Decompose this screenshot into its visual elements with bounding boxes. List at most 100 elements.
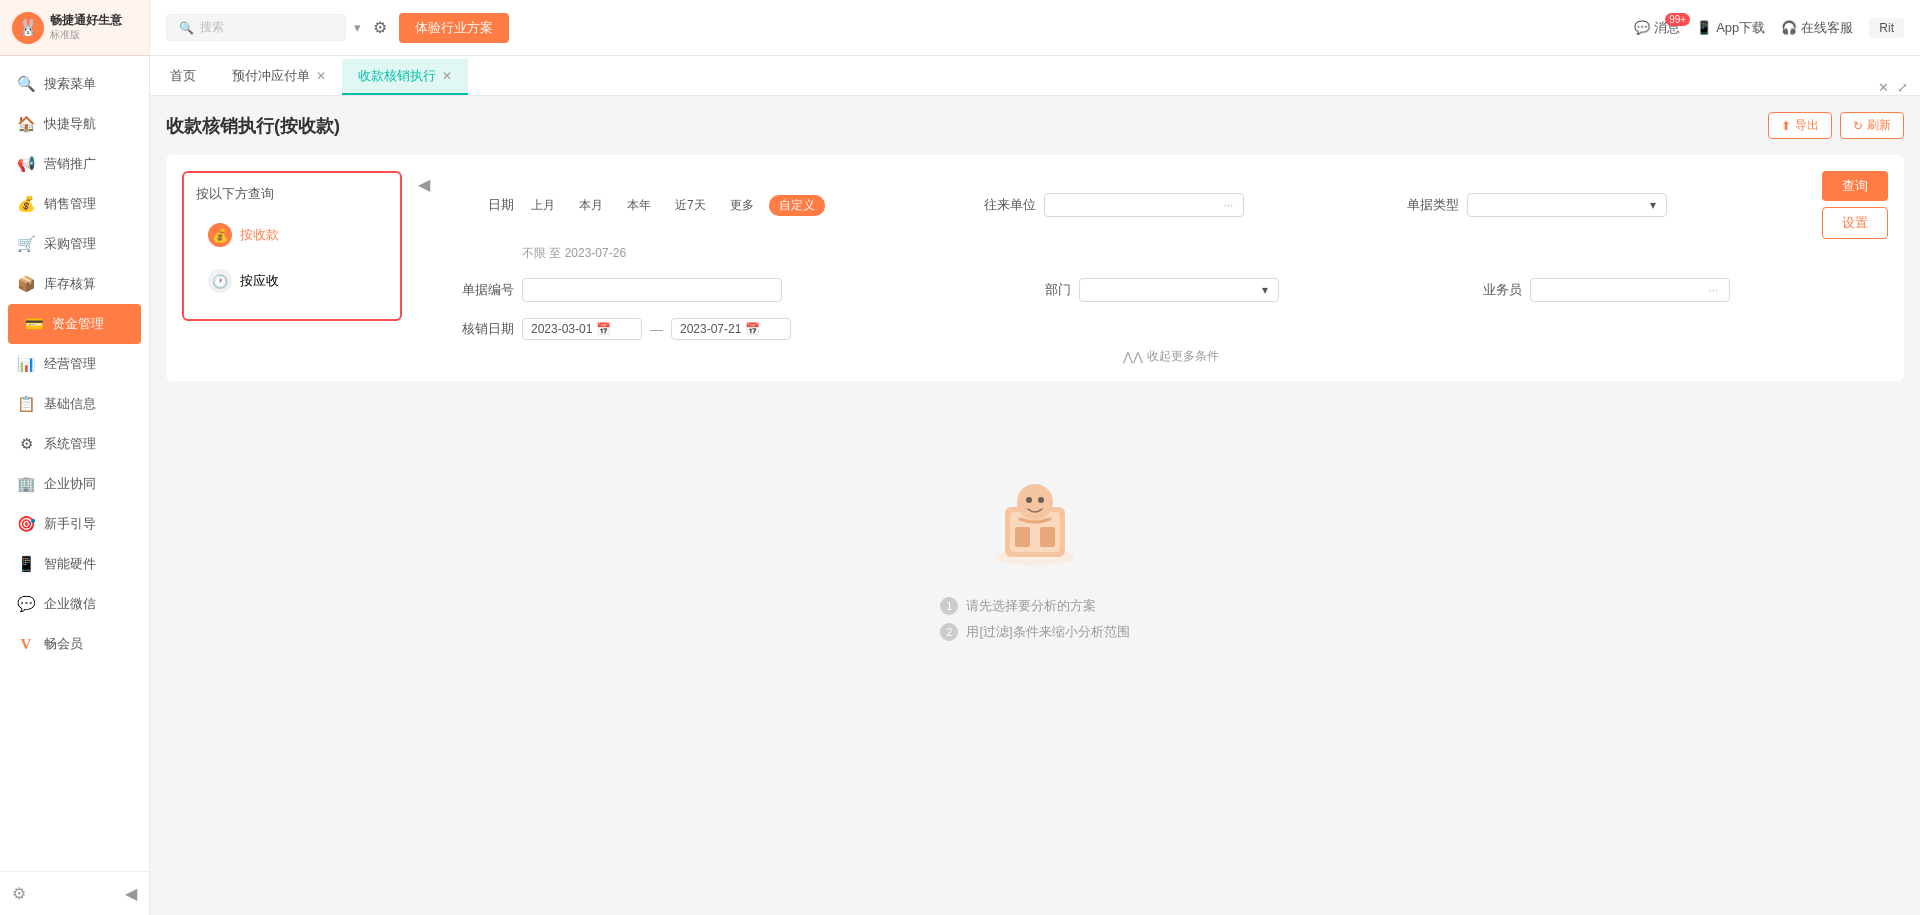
filter-left: 按以下方查询 💰 按收款 🕐 按应收 <box>182 171 402 365</box>
dept-field: 部门 ▾ <box>1011 278 1437 302</box>
export-button[interactable]: ⬆ 导出 <box>1768 112 1832 139</box>
sidebar-item-system[interactable]: ⚙ 系统管理 <box>0 424 149 464</box>
last-month-btn[interactable]: 上月 <box>522 194 564 217</box>
member-icon: V <box>16 634 36 654</box>
date-field: 日期 上月 本月 本年 近7天 更多 自定义 <box>454 194 952 217</box>
sidebar-item-search[interactable]: 🔍 搜索菜单 <box>0 64 149 104</box>
by-receivable-label: 按应收 <box>240 272 279 290</box>
filter-row-1: 日期 上月 本月 本年 近7天 更多 自定义 <box>454 171 1888 239</box>
more-date-btn[interactable]: 更多 <box>721 194 763 217</box>
page-content: 收款核销执行(按收款) ⬆ 导出 ↻ 刷新 按以下方查询 <box>150 96 1920 915</box>
staff-label: 业务员 <box>1462 281 1522 299</box>
doc-type-label: 单据类型 <box>1399 196 1459 214</box>
tab-home[interactable]: 首页 <box>150 59 216 95</box>
tip-text-1: 请先选择要分析的方案 <box>966 593 1096 619</box>
sidebar-item-basic[interactable]: 📋 基础信息 <box>0 384 149 424</box>
sidebar-item-operation[interactable]: 📊 经营管理 <box>0 344 149 384</box>
filter-area: 按以下方查询 💰 按收款 🕐 按应收 ◀ <box>166 155 1904 381</box>
collapse-more-row: ⋀⋀ 收起更多条件 <box>454 348 1888 365</box>
sidebar-item-finance[interactable]: 💳 资金管理 <box>8 304 141 344</box>
sidebar-item-sales[interactable]: 💰 销售管理 <box>0 184 149 224</box>
message-button[interactable]: 💬 消息 99+ <box>1634 19 1680 37</box>
query-button[interactable]: 查询 <box>1822 171 1888 201</box>
sidebar-item-hardware[interactable]: 📱 智能硬件 <box>0 544 149 584</box>
doc-type-field: 单据类型 ▾ <box>1399 193 1798 217</box>
filter-query-by-receivable[interactable]: 🕐 按应收 <box>196 261 388 301</box>
sidebar-item-purchase[interactable]: 🛒 采购管理 <box>0 224 149 264</box>
tab-prepay-close-icon[interactable]: ✕ <box>316 69 326 83</box>
page-actions: ⬆ 导出 ↻ 刷新 <box>1768 112 1904 139</box>
doc-no-label: 单据编号 <box>454 281 514 299</box>
online-service-button[interactable]: 🎧 在线客服 <box>1781 19 1853 37</box>
receipt-icon: 💰 <box>208 223 232 247</box>
verif-date-end-input[interactable]: 2023-07-21 📅 <box>671 318 791 340</box>
verif-date-start-input[interactable]: 2023-03-01 📅 <box>522 318 642 340</box>
operation-icon: 📊 <box>16 354 36 374</box>
settings-gear-icon[interactable]: ⚙ <box>12 884 26 903</box>
tab-prepay[interactable]: 预付冲应付单 ✕ <box>216 59 342 95</box>
search-box[interactable]: 🔍 搜索 <box>166 14 346 41</box>
filter-row-3: 核销日期 2023-03-01 📅 — 2023-07-21 <box>454 318 1888 340</box>
app-download-button[interactable]: 📱 App下载 <box>1696 19 1765 37</box>
refresh-button[interactable]: ↻ 刷新 <box>1840 112 1904 139</box>
sidebar-item-corp[interactable]: 🏢 企业协同 <box>0 464 149 504</box>
staff-select[interactable]: ··· <box>1530 278 1730 302</box>
basic-icon: 📋 <box>16 394 36 414</box>
staff-placeholder: ··· <box>1709 283 1719 297</box>
counterparty-select[interactable]: ··· <box>1044 193 1244 217</box>
doc-no-input[interactable] <box>522 278 782 302</box>
service-label: 在线客服 <box>1801 19 1853 37</box>
this-year-btn[interactable]: 本年 <box>618 194 660 217</box>
close-all-icon[interactable]: ✕ <box>1878 80 1889 95</box>
inventory-icon: 📦 <box>16 274 36 294</box>
sidebar-item-quicknav[interactable]: 🏠 快捷导航 <box>0 104 149 144</box>
dept-select[interactable]: ▾ <box>1079 278 1279 302</box>
filter-collapse-button[interactable]: ◀ <box>418 175 430 194</box>
system-icon: ⚙ <box>16 434 36 454</box>
sidebar-item-label: 经营管理 <box>44 355 96 373</box>
svg-rect-6 <box>1015 527 1030 547</box>
sidebar-collapse-icon[interactable]: ◀ <box>125 884 137 903</box>
sidebar-item-label: 库存核算 <box>44 275 96 293</box>
sidebar-item-wechat[interactable]: 💬 企业微信 <box>0 584 149 624</box>
doc-no-field: 单据编号 <box>454 278 987 302</box>
sidebar-item-inventory[interactable]: 📦 库存核算 <box>0 264 149 304</box>
sidebar-item-label: 系统管理 <box>44 435 96 453</box>
tab-collection[interactable]: 收款核销执行 ✕ <box>342 59 468 95</box>
wechat-icon: 💬 <box>16 594 36 614</box>
sidebar-menu: 🔍 搜索菜单 🏠 快捷导航 📢 营销推广 💰 销售管理 🛒 采购管理 📦 库存核… <box>0 56 149 871</box>
sidebar-item-guide[interactable]: 🎯 新手引导 <box>0 504 149 544</box>
date-separator: — <box>650 322 663 337</box>
sidebar-item-member[interactable]: V 畅会员 <box>0 624 149 664</box>
solution-button[interactable]: 体验行业方案 <box>399 13 509 43</box>
date-nolimit-area: 不限 至 2023-07-26 <box>454 245 1888 262</box>
svg-point-4 <box>1026 497 1032 503</box>
filter-query-title: 按以下方查询 <box>196 185 388 203</box>
expand-icon[interactable]: ⤢ <box>1897 80 1908 95</box>
collapse-more-button[interactable]: ⋀⋀ 收起更多条件 <box>1123 348 1219 365</box>
doc-type-select[interactable]: ▾ <box>1467 193 1667 217</box>
dropdown-arrow-icon[interactable]: ▾ <box>354 20 361 35</box>
custom-date-btn[interactable]: 自定义 <box>769 195 825 216</box>
filter-query-by-receipt[interactable]: 💰 按收款 <box>196 215 388 255</box>
receivable-icon: 🕐 <box>208 269 232 293</box>
sidebar-item-label: 智能硬件 <box>44 555 96 573</box>
app-icon: 📱 <box>1696 20 1712 35</box>
this-month-btn[interactable]: 本月 <box>570 194 612 217</box>
setting-button[interactable]: 设置 <box>1822 207 1888 239</box>
guide-icon: 🎯 <box>16 514 36 534</box>
topbar-gear-icon[interactable]: ⚙ <box>373 18 387 37</box>
last-7days-btn[interactable]: 近7天 <box>666 194 715 217</box>
sidebar-bottom: ⚙ ◀ <box>0 871 149 915</box>
tab-collection-close-icon[interactable]: ✕ <box>442 69 452 83</box>
page-title: 收款核销执行(按收款) <box>166 114 340 138</box>
verif-date-field: 核销日期 2023-03-01 📅 — 2023-07-21 <box>454 318 1888 340</box>
tabs-bar: 首页 预付冲应付单 ✕ 收款核销执行 ✕ ✕ ⤢ <box>150 56 1920 96</box>
tabs-right-actions: ✕ ⤢ <box>1878 80 1920 95</box>
empty-tips: 1 请先选择要分析的方案 2 用[过滤]条件来缩小分析范围 <box>940 593 1129 645</box>
sidebar-item-label: 营销推广 <box>44 155 96 173</box>
filter-collapse-area: ◀ <box>418 171 438 365</box>
user-profile[interactable]: Rit <box>1869 18 1904 38</box>
tip-item-2: 2 用[过滤]条件来缩小分析范围 <box>940 619 1129 645</box>
sidebar-item-marketing[interactable]: 📢 营销推广 <box>0 144 149 184</box>
